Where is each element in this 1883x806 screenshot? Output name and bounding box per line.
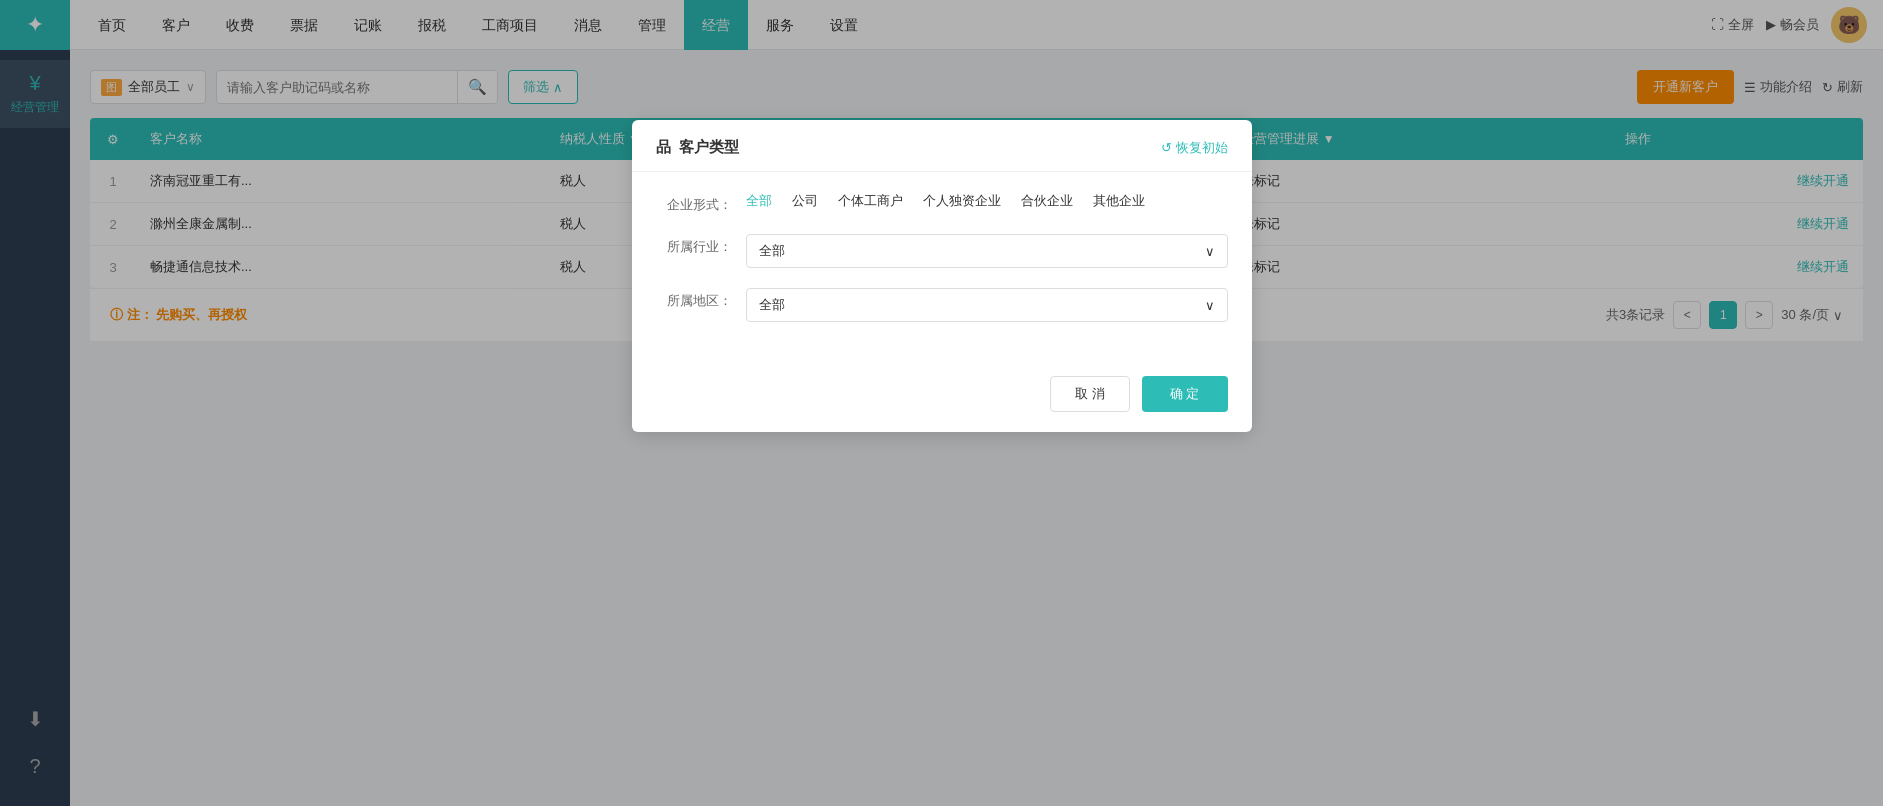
modal-footer: 取 消 确 定 <box>632 362 1252 432</box>
enterprise-options: 全部 公司 个体工商户 个人独资企业 合伙企业 其他企业 <box>746 192 1228 210</box>
industry-select[interactable]: 全部 ∨ <box>746 234 1228 268</box>
industry-value: 全部 <box>759 242 785 260</box>
reset-label: 恢复初始 <box>1176 139 1228 157</box>
modal-title: 品 客户类型 <box>656 138 739 157</box>
industry-select-wrapper: 全部 ∨ <box>746 234 1228 268</box>
enterprise-form-row: 企业形式： 全部 公司 个体工商户 个人独资企业 合伙企业 其他企业 <box>656 192 1228 214</box>
enterprise-option-individual[interactable]: 个体工商户 <box>838 192 903 210</box>
enterprise-option-company[interactable]: 公司 <box>792 192 818 210</box>
enterprise-option-other[interactable]: 其他企业 <box>1093 192 1145 210</box>
modal-title-icon: 品 <box>656 138 671 157</box>
enterprise-option-all[interactable]: 全部 <box>746 192 772 210</box>
region-select[interactable]: 全部 ∨ <box>746 288 1228 322</box>
enterprise-option-partnership[interactable]: 合伙企业 <box>1021 192 1073 210</box>
cancel-button[interactable]: 取 消 <box>1050 376 1130 412</box>
confirm-button[interactable]: 确 定 <box>1142 376 1228 412</box>
enterprise-label: 企业形式： <box>656 192 746 214</box>
enterprise-option-sole[interactable]: 个人独资企业 <box>923 192 1001 210</box>
filter-modal: 品 客户类型 ↺ 恢复初始 企业形式： 全部 公司 个体工商户 个人独资企业 合… <box>632 120 1252 432</box>
radio-group: 全部 公司 个体工商户 个人独资企业 合伙企业 其他企业 <box>746 192 1228 210</box>
region-arrow-icon: ∨ <box>1205 298 1215 313</box>
modal-reset-button[interactable]: ↺ 恢复初始 <box>1161 139 1228 157</box>
region-select-wrapper: 全部 ∨ <box>746 288 1228 322</box>
region-label: 所属地区： <box>656 288 746 310</box>
modal-overlay[interactable]: 品 客户类型 ↺ 恢复初始 企业形式： 全部 公司 个体工商户 个人独资企业 合… <box>0 0 1883 806</box>
modal-title-text: 客户类型 <box>679 138 739 157</box>
modal-body: 企业形式： 全部 公司 个体工商户 个人独资企业 合伙企业 其他企业 所属行业： <box>632 172 1252 362</box>
region-form-row: 所属地区： 全部 ∨ <box>656 288 1228 322</box>
industry-form-row: 所属行业： 全部 ∨ <box>656 234 1228 268</box>
reset-icon: ↺ <box>1161 140 1172 155</box>
industry-arrow-icon: ∨ <box>1205 244 1215 259</box>
modal-header: 品 客户类型 ↺ 恢复初始 <box>632 120 1252 172</box>
industry-label: 所属行业： <box>656 234 746 256</box>
region-value: 全部 <box>759 296 785 314</box>
